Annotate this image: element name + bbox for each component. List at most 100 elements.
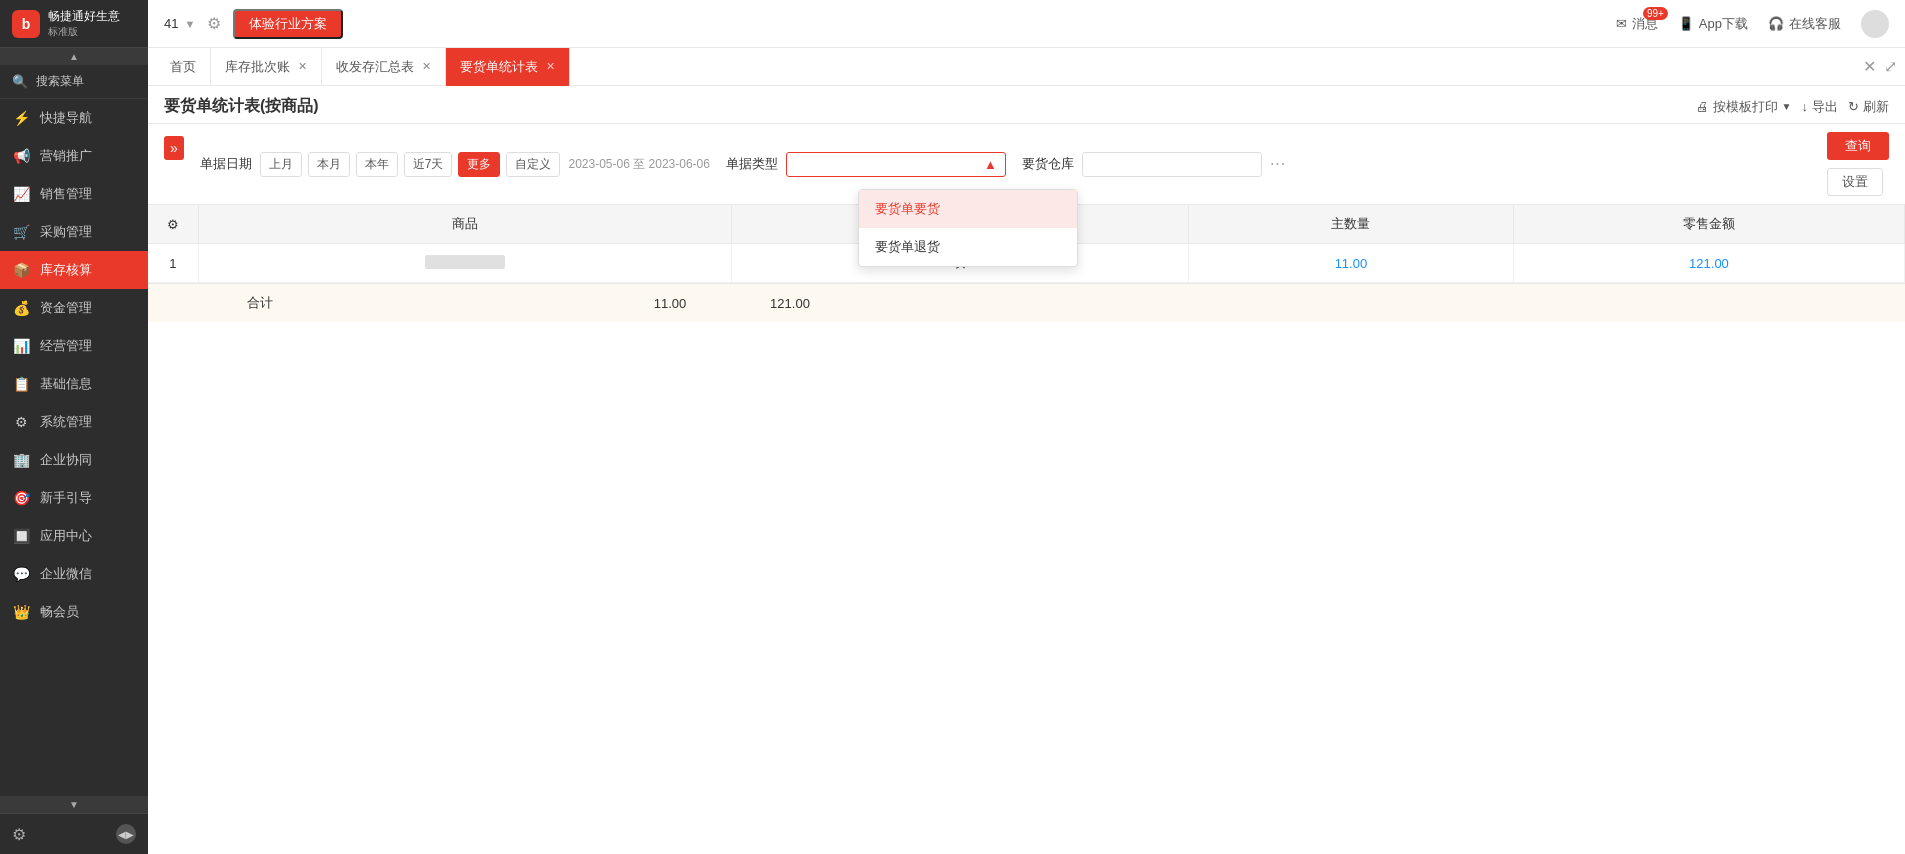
sales-icon: 📈 xyxy=(12,186,30,202)
type-filter-chevron-up-icon: ▲ xyxy=(984,157,997,172)
sidebar-scroll-up[interactable]: ▲ xyxy=(0,48,148,65)
sidebar-search[interactable]: 🔍 搜索菜单 xyxy=(0,65,148,99)
col-settings[interactable]: ⚙ xyxy=(148,205,198,244)
sidebar-item-operation[interactable]: 📊 经营管理 xyxy=(0,327,148,365)
footer-amount: 121.00 xyxy=(730,296,850,311)
settings-button[interactable]: 设置 xyxy=(1827,168,1883,196)
sidebar-item-sales[interactable]: 📈 销售管理 xyxy=(0,175,148,213)
print-icon: 🖨 xyxy=(1696,99,1709,114)
sidebar-item-inventory[interactable]: 📦 库存核算 xyxy=(0,251,148,289)
warehouse-filter-group: 要货仓库 ··· xyxy=(1022,152,1286,177)
sidebar-item-purchase[interactable]: 🛒 采购管理 xyxy=(0,213,148,251)
type-filter-group: 单据类型 ▲ xyxy=(726,152,1006,177)
tabs-actions: ✕ ⤢ xyxy=(1863,57,1897,76)
logo-icon: b xyxy=(12,10,40,38)
promo-button[interactable]: 体验行业方案 xyxy=(233,9,343,39)
refresh-icon: ↻ xyxy=(1848,99,1859,114)
warehouse-filter-label: 要货仓库 xyxy=(1022,155,1074,173)
sidebar-item-appstore[interactable]: 🔲 应用中心 xyxy=(0,517,148,555)
basic-icon: 📋 xyxy=(12,376,30,392)
topbar-right: ✉ 消息 99+ 📱 App下载 🎧 在线客服 xyxy=(1616,10,1889,38)
table-container: ⚙ 商品 主计量单位 主数量 零售金额 1 块 11.00 xyxy=(148,205,1905,854)
tab-order-stat[interactable]: 要货单统计表 ✕ xyxy=(446,48,570,86)
operation-icon: 📊 xyxy=(12,338,30,354)
footer-label: 合计 xyxy=(160,294,360,312)
query-button[interactable]: 查询 xyxy=(1827,132,1889,160)
sidebar-item-quicknav[interactable]: ⚡ 快捷导航 xyxy=(0,99,148,137)
sidebar-item-marketing[interactable]: 📢 营销推广 xyxy=(0,137,148,175)
tabs-expand-icon[interactable]: ⤢ xyxy=(1884,57,1897,76)
messages-button[interactable]: ✉ 消息 99+ xyxy=(1616,15,1658,33)
appstore-icon: 🔲 xyxy=(12,528,30,544)
tab-inventory-batch-close[interactable]: ✕ xyxy=(298,60,307,73)
table-footer: 合计 11.00 121.00 xyxy=(148,283,1905,322)
filter-actions: 查询 设置 xyxy=(1827,132,1889,196)
tab-order-stat-close[interactable]: ✕ xyxy=(546,60,555,73)
tab-collect-summary-close[interactable]: ✕ xyxy=(422,60,431,73)
export-button[interactable]: ↓ 导出 xyxy=(1802,98,1839,116)
logo-text: 畅捷通好生意 标准版 xyxy=(48,9,120,38)
sidebar-item-enterprise[interactable]: 🏢 企业协同 xyxy=(0,441,148,479)
warehouse-dots-icon[interactable]: ··· xyxy=(1270,155,1286,173)
sidebar-item-finance[interactable]: 💰 资金管理 xyxy=(0,289,148,327)
type-dropdown-menu: 要货单要货 要货单退货 xyxy=(858,189,1078,267)
print-template-button[interactable]: 🖨 按模板打印 ▼ xyxy=(1696,98,1792,116)
dropdown-item-yaohuo[interactable]: 要货单要货 xyxy=(859,190,1077,228)
settings-bottom-icon[interactable]: ⚙ xyxy=(12,825,26,844)
online-service-button[interactable]: 🎧 在线客服 xyxy=(1768,15,1841,33)
type-filter-input[interactable]: ▲ xyxy=(786,152,1006,177)
finance-icon: 💰 xyxy=(12,300,30,316)
date-last-7days-btn[interactable]: 近7天 xyxy=(404,152,453,177)
sidebar-bottom: ⚙ ◀▶ xyxy=(0,813,148,854)
row-no: 1 xyxy=(148,244,198,283)
store-selector[interactable]: 41 ▼ xyxy=(164,16,195,31)
date-filter-group: 单据日期 上月 本月 本年 近7天 更多 自定义 2023-05-06 至 20… xyxy=(200,152,710,177)
tab-home[interactable]: 首页 xyxy=(156,48,211,86)
date-prev-month-btn[interactable]: 上月 xyxy=(260,152,302,177)
sidebar-item-wechat[interactable]: 💬 企业微信 xyxy=(0,555,148,593)
app-logo: b 畅捷通好生意 标准版 xyxy=(0,0,148,48)
tabs-close-icon[interactable]: ✕ xyxy=(1863,57,1876,76)
wechat-icon: 💬 xyxy=(12,566,30,582)
sidebar-item-guide[interactable]: 🎯 新手引导 xyxy=(0,479,148,517)
sidebar-scroll-down[interactable]: ▼ xyxy=(0,796,148,813)
col-product: 商品 xyxy=(198,205,731,244)
enterprise-icon: 🏢 xyxy=(12,452,30,468)
date-more-btn[interactable]: 更多 xyxy=(458,152,500,177)
date-filter-label: 单据日期 xyxy=(200,155,252,173)
page-content: 要货单统计表(按商品) 🖨 按模板打印 ▼ ↓ 导出 ↻ 刷新 » xyxy=(148,86,1905,854)
quicknav-icon: ⚡ xyxy=(12,110,30,126)
row-qty[interactable]: 11.00 xyxy=(1188,244,1513,283)
refresh-button[interactable]: ↻ 刷新 xyxy=(1848,98,1889,116)
sidebar-collapse-btn[interactable]: ◀▶ xyxy=(116,824,136,844)
page-header: 要货单统计表(按商品) 🖨 按模板打印 ▼ ↓ 导出 ↻ 刷新 xyxy=(148,86,1905,124)
sidebar-item-member[interactable]: 👑 畅会员 xyxy=(0,593,148,631)
app-download-button[interactable]: 📱 App下载 xyxy=(1678,15,1748,33)
tab-inventory-batch[interactable]: 库存批次账 ✕ xyxy=(211,48,322,86)
date-this-month-btn[interactable]: 本月 xyxy=(308,152,350,177)
date-range-text: 2023-05-06 至 2023-06-06 xyxy=(568,156,709,173)
warehouse-filter-input[interactable] xyxy=(1082,152,1262,177)
sidebar-item-basic[interactable]: 📋 基础信息 xyxy=(0,365,148,403)
tabs-bar: 首页 库存批次账 ✕ 收发存汇总表 ✕ 要货单统计表 ✕ ✕ ⤢ xyxy=(148,48,1905,86)
date-custom-btn[interactable]: 自定义 xyxy=(506,152,560,177)
dropdown-item-tuihuo[interactable]: 要货单退货 xyxy=(859,228,1077,266)
user-avatar[interactable] xyxy=(1861,10,1889,38)
product-placeholder xyxy=(425,255,505,269)
footer-qty: 11.00 xyxy=(610,296,730,311)
filter-expand-button[interactable]: » xyxy=(164,136,184,160)
store-chevron-icon: ▼ xyxy=(184,18,195,30)
page-title: 要货单统计表(按商品) xyxy=(164,96,319,117)
guide-icon: 🎯 xyxy=(12,490,30,506)
sidebar-item-system[interactable]: ⚙ 系统管理 xyxy=(0,403,148,441)
tab-collect-summary[interactable]: 收发存汇总表 ✕ xyxy=(322,48,446,86)
sidebar: b 畅捷通好生意 标准版 ▲ 🔍 搜索菜单 ⚡ 快捷导航 📢 营销推广 📈 销售… xyxy=(0,0,148,854)
row-amount[interactable]: 121.00 xyxy=(1513,244,1904,283)
app-icon: 📱 xyxy=(1678,16,1694,31)
topbar: 41 ▼ ⚙ 体验行业方案 ✉ 消息 99+ 📱 App下载 🎧 在线客服 xyxy=(148,0,1905,48)
topbar-gear-icon[interactable]: ⚙ xyxy=(207,14,221,33)
date-this-year-btn[interactable]: 本年 xyxy=(356,152,398,177)
type-filter-label: 单据类型 xyxy=(726,155,778,173)
row-product xyxy=(198,244,731,283)
purchase-icon: 🛒 xyxy=(12,224,30,240)
